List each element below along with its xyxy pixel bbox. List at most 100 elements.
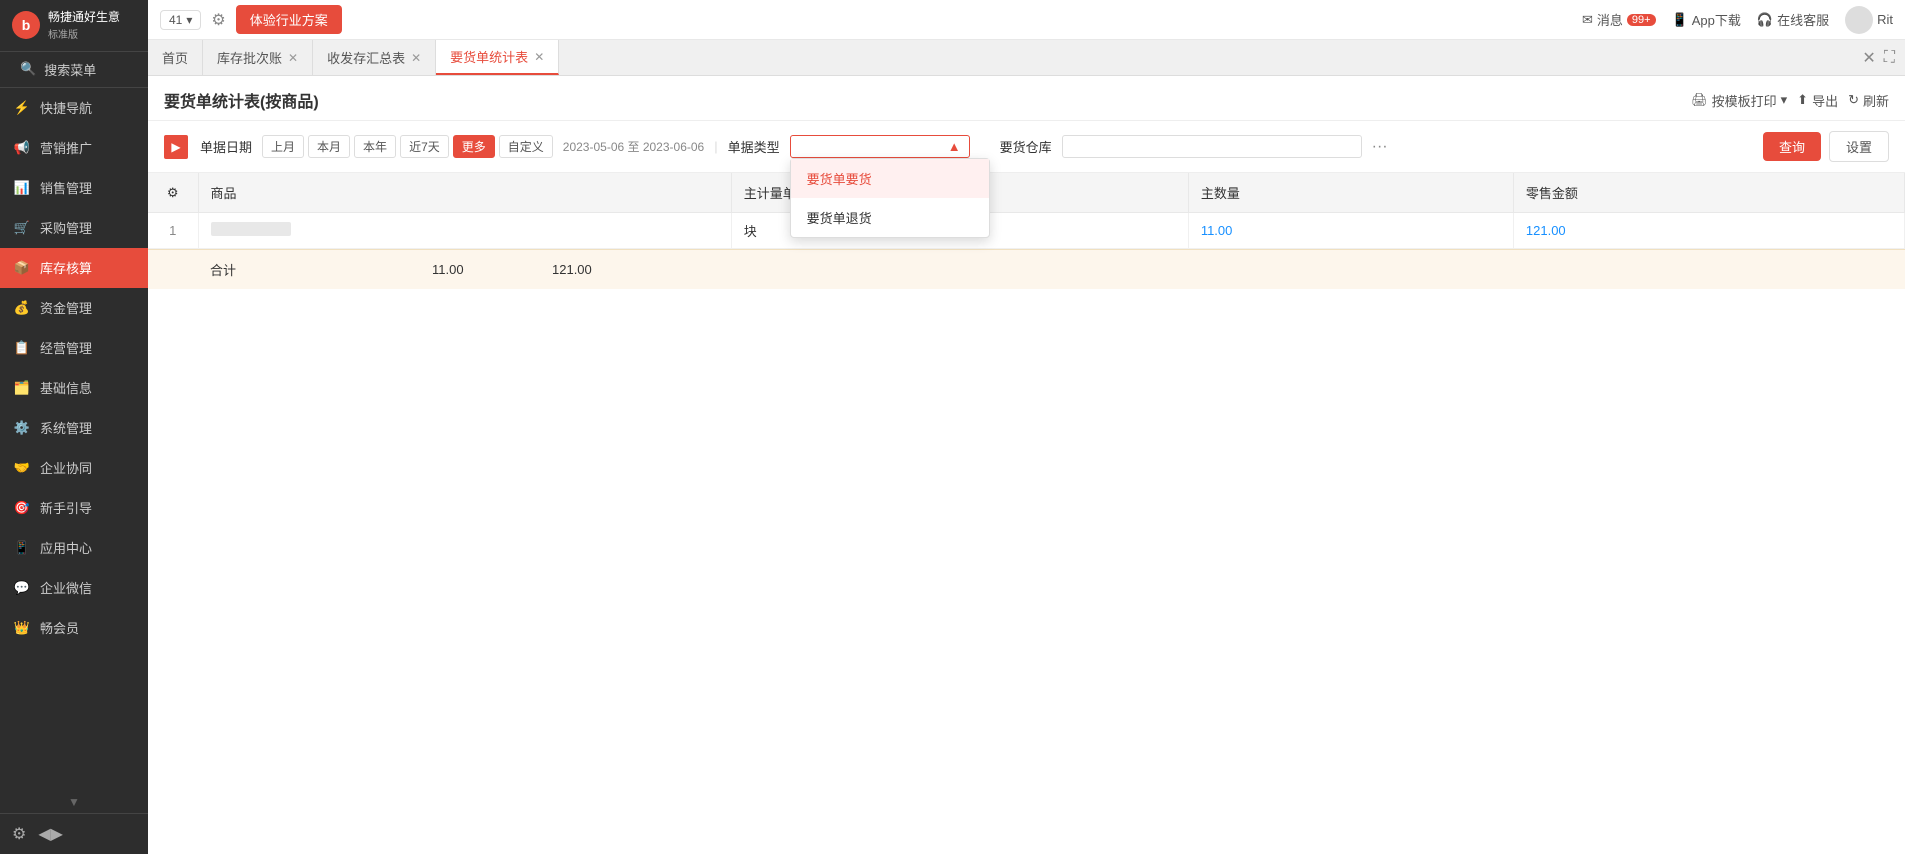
- basic-icon: 🗂️: [12, 378, 32, 398]
- data-table: ⚙ 商品 主计量单位 主数量 零售金额 1 块: [148, 173, 1905, 249]
- page-title-bar: 要货单统计表(按商品) 🖨 按模板打印 ▾ ⬆ 导出 ↻ 刷新: [148, 76, 1905, 121]
- sidebar-item-enterprise[interactable]: 🤝 企业协同: [0, 448, 148, 488]
- close-receive-summary-icon[interactable]: ✕: [411, 51, 421, 65]
- dropdown-chevron-icon: ▾: [186, 13, 192, 27]
- avatar: [1845, 6, 1873, 34]
- messages-button[interactable]: ✉ 消息 99+: [1582, 10, 1656, 29]
- date-btn-custom[interactable]: 自定义: [499, 135, 553, 158]
- date-btn-this-month[interactable]: 本月: [308, 135, 350, 158]
- purchase-icon: 🛒: [12, 218, 32, 238]
- col-amount: 零售金额: [1513, 173, 1904, 213]
- sidebar-item-system[interactable]: ⚙️ 系统管理: [0, 408, 148, 448]
- message-icon: ✉: [1582, 12, 1593, 28]
- sidebar-item-sales[interactable]: 📊 销售管理: [0, 168, 148, 208]
- search-icon: 🔍: [20, 61, 36, 77]
- filter-area: ▶ 单据日期 上月 本月 本年 近7天 更多 自定义 2023-05-06 至 …: [148, 121, 1905, 173]
- sidebar-item-shortcut[interactable]: ⚡ 快捷导航: [0, 88, 148, 128]
- finance-icon: 💰: [12, 298, 32, 318]
- type-select-value: [799, 139, 803, 154]
- print-dropdown-icon: ▾: [1781, 92, 1788, 108]
- close-all-tabs-icon[interactable]: ✕: [1862, 48, 1875, 68]
- tab-home[interactable]: 首页: [148, 40, 203, 75]
- expand-tabs-icon[interactable]: ⛶: [1884, 49, 1895, 67]
- table-row: 1 块 11.00 121.00: [148, 213, 1905, 249]
- table-settings-icon[interactable]: ⚙: [167, 185, 179, 200]
- page-title: 要货单统计表(按商品): [164, 88, 319, 112]
- sidebar-item-vip[interactable]: 👑 畅会员: [0, 608, 148, 648]
- sidebar: b 畅捷通好生意 标准版 🔍 搜索菜单 ⚡ 快捷导航 📢 营销推广 📊 销售管理…: [0, 0, 148, 854]
- branch-dropdown[interactable]: 41 ▾: [160, 10, 201, 30]
- close-inventory-batch-icon[interactable]: ✕: [288, 51, 298, 65]
- date-btn-more[interactable]: 更多: [453, 135, 495, 158]
- page-actions: 🖨 按模板打印 ▾ ⬆ 导出 ↻ 刷新: [1691, 91, 1889, 110]
- col-product: 商品: [198, 173, 731, 213]
- date-range-text: 2023-05-06 至 2023-06-06: [563, 138, 704, 155]
- tab-demand-stat[interactable]: 要货单统计表 ✕: [436, 40, 559, 75]
- app-logo-icon: b: [12, 11, 40, 39]
- sidebar-bottom: ⚙ ◀▶: [0, 813, 148, 854]
- cell-amount[interactable]: 121.00: [1513, 213, 1904, 249]
- download-icon: 📱: [1672, 12, 1688, 28]
- filter-row: 单据日期 上月 本月 本年 近7天 更多 自定义 2023-05-06 至 20…: [200, 131, 1889, 162]
- col-settings[interactable]: ⚙: [148, 173, 198, 213]
- date-btn-7days[interactable]: 近7天: [400, 135, 449, 158]
- date-buttons: 上月 本月 本年 近7天 更多 自定义: [262, 135, 553, 158]
- query-button[interactable]: 查询: [1763, 132, 1821, 161]
- refresh-icon: ↻: [1848, 92, 1859, 108]
- footer-qty: 11.00: [420, 262, 540, 277]
- cell-qty[interactable]: 11.00: [1188, 213, 1513, 249]
- top-header: 41 ▾ ⚙ 体验行业方案 ✉ 消息 99+ 📱 App下载 🎧 在线客服 R: [148, 0, 1905, 40]
- settings-bottom-icon[interactable]: ⚙: [12, 824, 26, 844]
- user-avatar-button[interactable]: Rit: [1845, 6, 1893, 34]
- settings-button[interactable]: 设置: [1829, 131, 1889, 162]
- sales-icon: 📊: [12, 178, 32, 198]
- sidebar-scroll-down[interactable]: ▼: [0, 791, 148, 813]
- cell-seq: 1: [148, 213, 198, 249]
- vip-icon: 👑: [12, 618, 32, 638]
- export-button[interactable]: ⬆ 导出: [1797, 91, 1838, 110]
- date-btn-this-year[interactable]: 本年: [354, 135, 396, 158]
- shortcut-icon: ⚡: [12, 98, 32, 118]
- sidebar-item-appcenter[interactable]: 📱 应用中心: [0, 528, 148, 568]
- dropdown-item-requisition[interactable]: 要货单要货: [791, 159, 989, 198]
- date-btn-last-month[interactable]: 上月: [262, 135, 304, 158]
- header-right: ✉ 消息 99+ 📱 App下载 🎧 在线客服 Rit: [1582, 6, 1893, 34]
- tab-receive-summary[interactable]: 收发存汇总表 ✕: [313, 40, 436, 75]
- table-area: ⚙ 商品 主计量单位 主数量 零售金额 1 块: [148, 173, 1905, 249]
- main-area: 41 ▾ ⚙ 体验行业方案 ✉ 消息 99+ 📱 App下载 🎧 在线客服 R: [148, 0, 1905, 854]
- dropdown-item-return[interactable]: 要货单退货: [791, 198, 989, 237]
- table-header-row: ⚙ 商品 主计量单位 主数量 零售金额: [148, 173, 1905, 213]
- type-select-chevron-icon: ▲: [948, 139, 961, 154]
- inventory-icon: 📦: [12, 258, 32, 278]
- tab-inventory-batch[interactable]: 库存批次账 ✕: [203, 40, 313, 75]
- trial-button[interactable]: 体验行业方案: [236, 5, 342, 34]
- system-icon: ⚙️: [12, 418, 32, 438]
- sidebar-search[interactable]: 🔍 搜索菜单: [0, 52, 148, 88]
- type-filter-label: 单据类型: [728, 137, 780, 156]
- refresh-button[interactable]: ↻ 刷新: [1848, 91, 1889, 110]
- sidebar-item-basic[interactable]: 🗂️ 基础信息: [0, 368, 148, 408]
- sidebar-item-finance[interactable]: 💰 资金管理: [0, 288, 148, 328]
- operations-icon: 📋: [12, 338, 32, 358]
- sidebar-item-marketing[interactable]: 📢 营销推广: [0, 128, 148, 168]
- sidebar-logo: b 畅捷通好生意 标准版: [0, 0, 148, 52]
- cell-product: [198, 213, 731, 249]
- sidebar-item-purchase[interactable]: 🛒 采购管理: [0, 208, 148, 248]
- online-service-button[interactable]: 🎧 在线客服: [1757, 10, 1829, 29]
- menu-toggle-icon[interactable]: ◀▶: [38, 824, 63, 844]
- sidebar-item-operations[interactable]: 📋 经营管理: [0, 328, 148, 368]
- app-download-button[interactable]: 📱 App下载: [1672, 10, 1741, 29]
- filter-toggle-button[interactable]: ▶: [164, 135, 188, 159]
- sidebar-item-newbie[interactable]: 🎯 新手引导: [0, 488, 148, 528]
- type-select[interactable]: ▲: [790, 135, 970, 158]
- product-placeholder: [211, 222, 291, 236]
- header-gear-icon[interactable]: ⚙: [211, 10, 225, 30]
- sidebar-item-inventory[interactable]: 📦 库存核算: [0, 248, 148, 288]
- print-button[interactable]: 🖨 按模板打印 ▾: [1691, 91, 1787, 110]
- warehouse-input[interactable]: [1062, 135, 1362, 158]
- sidebar-item-wechat[interactable]: 💬 企业微信: [0, 568, 148, 608]
- page-content: 要货单统计表(按商品) 🖨 按模板打印 ▾ ⬆ 导出 ↻ 刷新 ▶: [148, 76, 1905, 854]
- warehouse-more-icon[interactable]: ···: [1372, 138, 1388, 156]
- close-demand-stat-icon[interactable]: ✕: [534, 50, 544, 64]
- type-dropdown: 要货单要货 要货单退货: [790, 158, 990, 238]
